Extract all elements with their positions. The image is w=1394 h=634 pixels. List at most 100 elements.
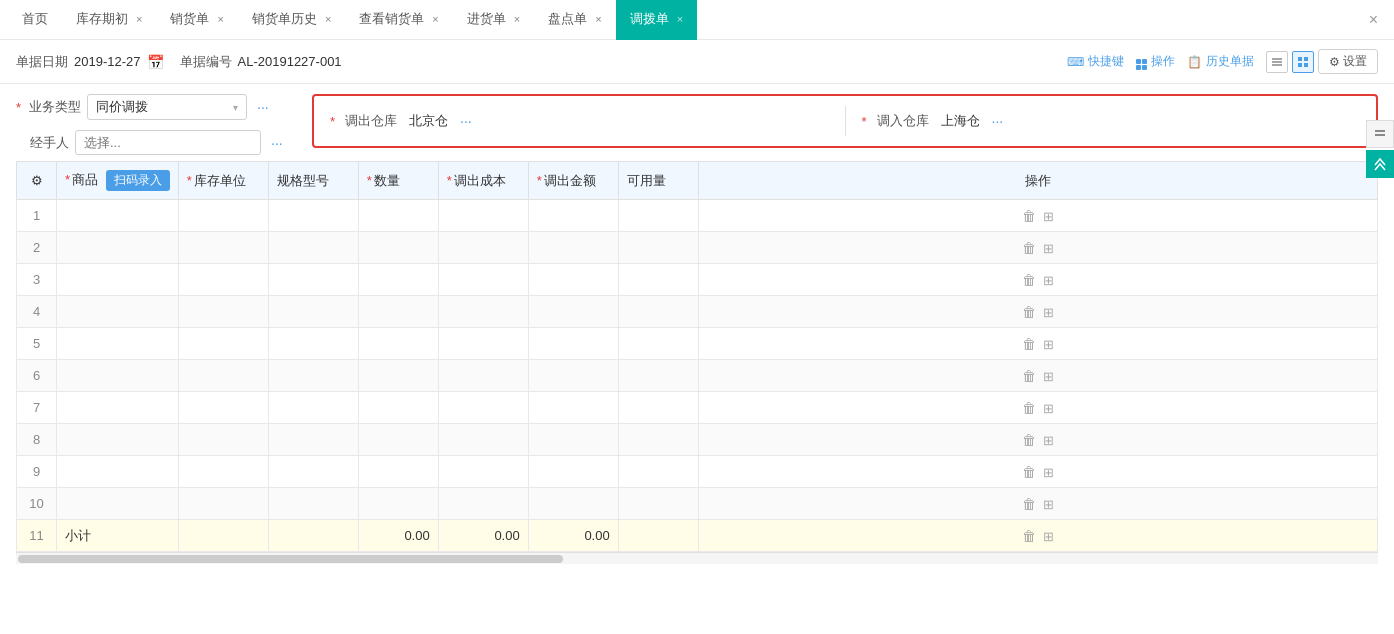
handler-input[interactable]	[75, 130, 261, 155]
col-settings-header[interactable]: ⚙	[17, 162, 57, 200]
unit-cell[interactable]	[178, 424, 268, 456]
copy-row-icon[interactable]: ⊞	[1043, 401, 1054, 416]
delete-row-icon[interactable]: 🗑	[1022, 464, 1036, 480]
cost-cell[interactable]	[438, 488, 528, 520]
copy-row-icon[interactable]: ⊞	[1043, 337, 1054, 352]
delete-row-icon[interactable]: 🗑	[1022, 304, 1036, 320]
unit-cell[interactable]	[178, 232, 268, 264]
qty-cell[interactable]	[358, 488, 438, 520]
tab-view-sales[interactable]: 查看销货单 ×	[345, 0, 452, 40]
product-cell[interactable]	[57, 200, 179, 232]
delete-row-icon[interactable]: 🗑	[1022, 336, 1036, 352]
tab-close-inventory-init[interactable]: ×	[136, 13, 142, 25]
delete-row-icon[interactable]: 🗑	[1022, 368, 1036, 384]
transfer-in-dots[interactable]: ···	[992, 113, 1004, 129]
tab-transfer-order[interactable]: 调拨单 ×	[616, 0, 697, 40]
tab-close-purchase-order[interactable]: ×	[514, 13, 520, 25]
unit-cell[interactable]	[178, 296, 268, 328]
amount-cell[interactable]	[528, 456, 618, 488]
unit-cell[interactable]	[178, 328, 268, 360]
product-cell[interactable]	[57, 328, 179, 360]
tab-sales-history[interactable]: 销货单历史 ×	[238, 0, 345, 40]
product-cell[interactable]	[57, 488, 179, 520]
unit-cell[interactable]	[178, 456, 268, 488]
tab-inventory-init[interactable]: 库存期初 ×	[62, 0, 156, 40]
delete-row-icon[interactable]: 🗑	[1022, 496, 1036, 512]
copy-row-icon[interactable]: ⊞	[1043, 273, 1054, 288]
unit-cell[interactable]	[178, 488, 268, 520]
product-cell[interactable]	[57, 296, 179, 328]
spec-cell[interactable]	[268, 296, 358, 328]
cost-cell[interactable]	[438, 296, 528, 328]
cost-cell[interactable]	[438, 328, 528, 360]
business-type-dots[interactable]: ···	[257, 99, 269, 115]
tab-close-view-sales[interactable]: ×	[432, 13, 438, 25]
qty-cell[interactable]	[358, 424, 438, 456]
amount-cell[interactable]	[528, 360, 618, 392]
copy-row-icon[interactable]: ⊞	[1043, 209, 1054, 224]
list-view-button[interactable]	[1266, 51, 1288, 73]
product-cell[interactable]	[57, 456, 179, 488]
unit-cell[interactable]	[178, 264, 268, 296]
shortcut-button[interactable]: ⌨ 快捷键	[1067, 53, 1124, 70]
copy-row-icon[interactable]: ⊞	[1043, 241, 1054, 256]
spec-cell[interactable]	[268, 456, 358, 488]
cost-cell[interactable]	[438, 232, 528, 264]
qty-cell[interactable]	[358, 200, 438, 232]
scrollbar[interactable]	[16, 552, 1378, 564]
cost-cell[interactable]	[438, 360, 528, 392]
tab-close-transfer-order[interactable]: ×	[677, 13, 683, 25]
cost-cell[interactable]	[438, 264, 528, 296]
transfer-out-dots[interactable]: ···	[460, 113, 472, 129]
amount-cell[interactable]	[528, 392, 618, 424]
copy-row-icon[interactable]: ⊞	[1043, 497, 1054, 512]
cost-cell[interactable]	[438, 424, 528, 456]
copy-row-icon[interactable]: ⊞	[1043, 465, 1054, 480]
spec-cell[interactable]	[268, 328, 358, 360]
setting-button[interactable]: ⚙ 设置	[1318, 49, 1378, 74]
copy-row-icon[interactable]: ⊞	[1043, 369, 1054, 384]
handler-dots[interactable]: ···	[271, 135, 283, 151]
calendar-icon[interactable]: 📅	[147, 54, 164, 70]
amount-cell[interactable]	[528, 232, 618, 264]
scan-entry-button[interactable]: 扫码录入	[106, 170, 170, 191]
qty-cell[interactable]	[358, 360, 438, 392]
qty-cell[interactable]	[358, 296, 438, 328]
product-cell[interactable]	[57, 264, 179, 296]
qty-cell[interactable]	[358, 456, 438, 488]
amount-cell[interactable]	[528, 296, 618, 328]
spec-cell[interactable]	[268, 488, 358, 520]
product-cell[interactable]	[57, 424, 179, 456]
delete-row-icon[interactable]: 🗑	[1022, 240, 1036, 256]
amount-cell[interactable]	[528, 264, 618, 296]
unit-cell[interactable]	[178, 360, 268, 392]
qty-cell[interactable]	[358, 232, 438, 264]
delete-icon[interactable]: 🗑	[1022, 528, 1036, 544]
side-expand-button[interactable]	[1366, 150, 1394, 178]
spec-cell[interactable]	[268, 200, 358, 232]
unit-cell[interactable]	[178, 392, 268, 424]
tab-close-sales-order[interactable]: ×	[217, 13, 223, 25]
tab-home[interactable]: 首页	[8, 0, 62, 40]
copy-icon[interactable]: ⊞	[1043, 529, 1054, 544]
delete-row-icon[interactable]: 🗑	[1022, 272, 1036, 288]
amount-cell[interactable]	[528, 328, 618, 360]
delete-row-icon[interactable]: 🗑	[1022, 400, 1036, 416]
spec-cell[interactable]	[268, 424, 358, 456]
tab-sales-order[interactable]: 销货单 ×	[156, 0, 237, 40]
unit-cell[interactable]	[178, 200, 268, 232]
business-type-select[interactable]: 同价调拨 ▾	[87, 94, 247, 120]
amount-cell[interactable]	[528, 424, 618, 456]
qty-cell[interactable]	[358, 392, 438, 424]
product-cell[interactable]	[57, 232, 179, 264]
cost-cell[interactable]	[438, 456, 528, 488]
cost-cell[interactable]	[438, 200, 528, 232]
qty-cell[interactable]	[358, 328, 438, 360]
product-cell[interactable]	[57, 392, 179, 424]
cost-cell[interactable]	[438, 392, 528, 424]
tab-close-sales-history[interactable]: ×	[325, 13, 331, 25]
tab-purchase-order[interactable]: 进货单 ×	[453, 0, 534, 40]
history-button[interactable]: 📋 历史单据	[1187, 53, 1254, 70]
tab-inventory-check[interactable]: 盘点单 ×	[534, 0, 615, 40]
amount-cell[interactable]	[528, 488, 618, 520]
